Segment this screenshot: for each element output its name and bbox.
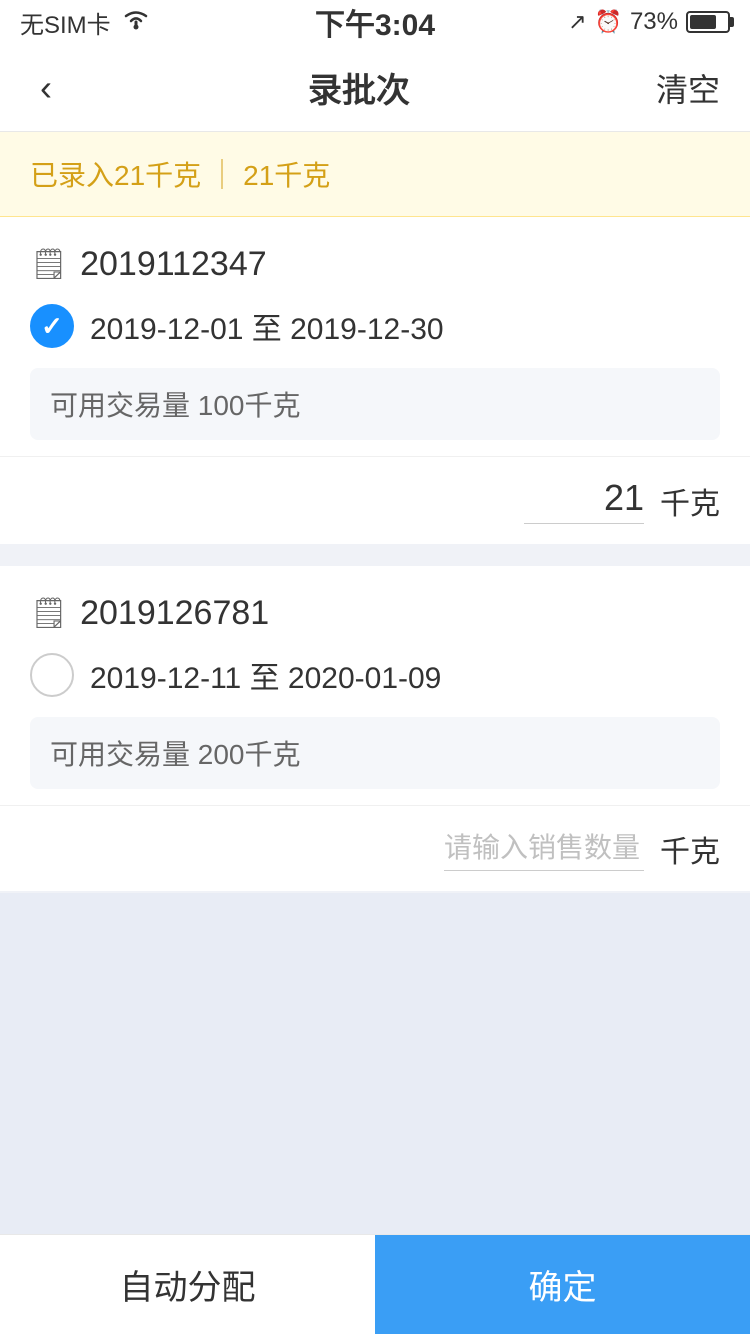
carrier-text: 无SIM卡 (20, 5, 111, 40)
quantity-input-wrap[interactable]: 请输入销售数量 (444, 826, 644, 871)
amount-value-1[interactable]: 21 (524, 477, 644, 524)
status-right: ↗ ⏰ 73% (568, 8, 730, 36)
batch-doc-icon-1: 🗒 (30, 247, 68, 282)
info-divider (221, 159, 223, 189)
batch-header-1: 🗒 2019112347 (0, 217, 750, 294)
status-time: 下午3:04 (315, 0, 435, 44)
batch-list: 🗒 2019112347 2019-12-01 至 2019-12-30 可用交… (0, 217, 750, 1313)
status-left: 无SIM卡 (20, 5, 151, 40)
amount-row-1: 21 千克 (0, 456, 750, 544)
amount-unit-1: 千克 (660, 479, 720, 523)
batch-card-2: 🗒 2019126781 2019-12-11 至 2020-01-09 可用交… (0, 566, 750, 891)
clear-button[interactable]: 清空 (656, 65, 720, 111)
back-button[interactable]: ‹ (30, 57, 62, 119)
page-title: 录批次 (308, 63, 410, 112)
auto-distribute-button[interactable]: 自动分配 (0, 1235, 375, 1334)
batch-header-2: 🗒 2019126781 (0, 566, 750, 643)
info-banner: 已录入21千克 21千克 (0, 132, 750, 217)
alarm-icon: ⏰ (595, 9, 622, 35)
radio-button-1[interactable] (30, 304, 74, 348)
radio-button-2[interactable] (30, 653, 74, 697)
location-icon: ↗ (568, 9, 586, 35)
battery-fill (690, 15, 716, 29)
batch-card-1: 🗒 2019112347 2019-12-01 至 2019-12-30 可用交… (0, 217, 750, 544)
batch-date-row-2[interactable]: 2019-12-11 至 2020-01-09 (0, 643, 750, 707)
batch-doc-icon-2: 🗒 (30, 596, 68, 631)
amount-number-1: 21 (604, 477, 644, 518)
battery-icon (686, 11, 730, 33)
batch-id-1: 2019112347 (80, 245, 267, 284)
quantity-placeholder: 请输入销售数量 (444, 832, 640, 863)
confirm-button[interactable]: 确定 (375, 1235, 750, 1334)
batch-available-1: 可用交易量 100千克 (30, 368, 720, 440)
input-unit-2: 千克 (660, 827, 720, 871)
batch-date-row-1[interactable]: 2019-12-01 至 2019-12-30 (0, 294, 750, 358)
batch-date-2: 2019-12-11 至 2020-01-09 (90, 653, 441, 697)
wifi-icon (121, 8, 151, 37)
total-amount: 21千克 (243, 154, 330, 194)
recorded-amount: 已录入21千克 (30, 154, 201, 194)
battery-percent: 73% (630, 8, 678, 36)
nav-bar: ‹ 录批次 清空 (0, 44, 750, 132)
bottom-bar: 自动分配 确定 (0, 1234, 750, 1334)
batch-date-1: 2019-12-01 至 2019-12-30 (90, 304, 444, 348)
status-bar: 无SIM卡 下午3:04 ↗ ⏰ 73% (0, 0, 750, 44)
input-row-2: 请输入销售数量 千克 (0, 805, 750, 891)
batch-id-2: 2019126781 (80, 594, 269, 633)
card-divider (0, 546, 750, 566)
batch-available-2: 可用交易量 200千克 (30, 717, 720, 789)
